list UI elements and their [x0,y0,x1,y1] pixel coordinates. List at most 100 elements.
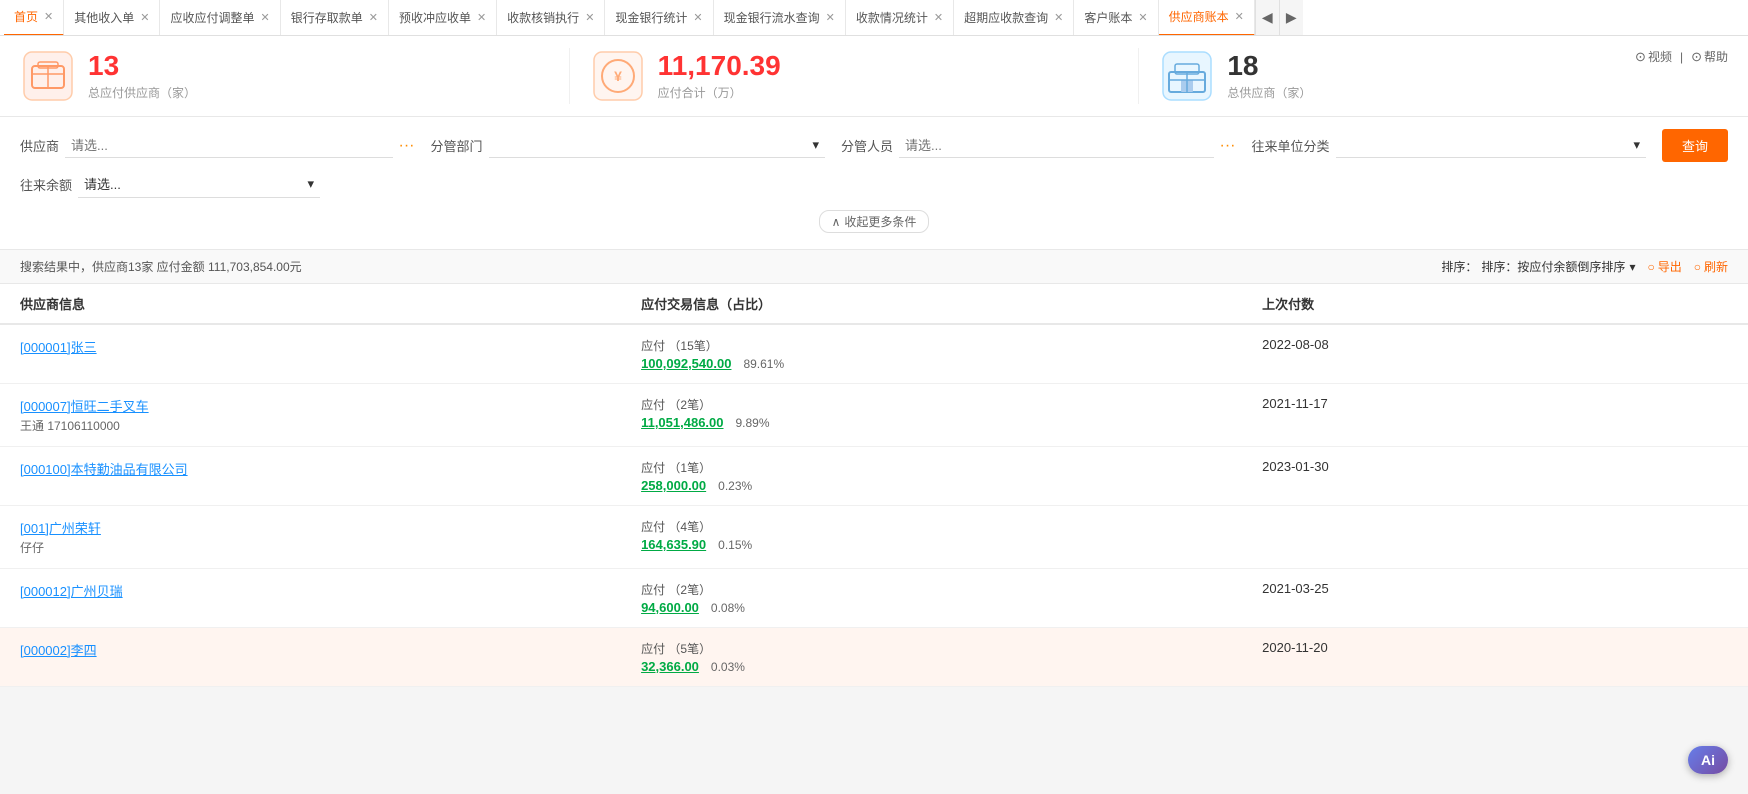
person-dots[interactable]: ··· [1220,137,1236,155]
person-label: 分管人员 [841,136,893,155]
nav-tab-receipt-stat-close[interactable]: ✕ [934,11,943,24]
nav-arrow-left[interactable]: ◀ [1255,0,1279,36]
tx-label: 应付 （5笔） [641,640,1262,657]
help-label: 帮助 [1704,48,1728,65]
last-payment-cell: 2023-01-30 [1262,459,1728,474]
ai-badge[interactable]: Ai [1688,746,1728,774]
sort-label: 排序： [1441,258,1477,275]
stat-ap-total-content: 11,170.39 应付合计（万） [658,51,781,101]
nav-tab-cash-bank-stat[interactable]: 现金银行统计 ✕ [605,0,713,36]
help-link[interactable]: ⊙ 帮助 [1691,48,1728,65]
query-button[interactable]: 查询 [1662,129,1728,162]
export-label: 导出 [1658,258,1682,275]
supplier-link[interactable]: [000001]张三 [20,340,97,355]
table-row: [000012]广州贝瑞 应付 （2笔） 94,600.00 0.08% 202… [0,569,1748,628]
balance-select[interactable]: 请选... ▾ [78,170,320,198]
dept-select[interactable]: ▾ [489,133,825,158]
stat-ap-suppliers-content: 13 总应付供应商（家） [88,51,196,101]
nav-tab-supplier-ledger-close[interactable]: ✕ [1235,10,1244,23]
table-header: 供应商信息 应付交易信息（占比） 上次付数 [0,284,1748,325]
tx-label: 应付 （15笔） [641,337,1262,354]
table-row: [000100]本特勤油品有限公司 应付 （1笔） 258,000.00 0.2… [0,447,1748,506]
tx-amount[interactable]: 258,000.00 [641,478,706,493]
refresh-button[interactable]: ○ 刷新 [1694,258,1728,275]
stat-total-suppliers-label: 总供应商（家） [1227,84,1311,101]
sort-chevron-down-icon: ▾ [1629,260,1635,274]
nav-tab-prepay-ar-close[interactable]: ✕ [477,11,486,24]
tx-pct: 89.61% [743,357,784,371]
tx-label: 应付 （2笔） [641,581,1262,598]
supplier-dots[interactable]: ··· [399,137,415,155]
nav-tab-bank-deposit[interactable]: 银行存取款单 ✕ [281,0,389,36]
nav-tab-home-close[interactable]: ✕ [44,10,53,23]
tx-row: 32,366.00 0.03% [641,659,1262,674]
video-link[interactable]: ⊙ 视频 [1635,48,1672,65]
sort-select[interactable]: 排序： 排序：按应付余额倒序排序 ▾ [1441,258,1635,275]
nav-tab-prepay-ar[interactable]: 预收冲应收单 ✕ [389,0,497,36]
nav-tab-cash-bank-flow-label: 现金银行流水查询 [724,9,820,26]
tx-amount[interactable]: 164,635.90 [641,537,706,552]
col-supplier-info: 供应商信息 [20,294,641,313]
collapse-button[interactable]: ∧ 收起更多条件 [819,210,930,233]
refresh-label: 刷新 [1704,258,1728,275]
nav-tab-supplier-ledger[interactable]: 供应商账本 ✕ [1159,0,1255,36]
dept-chevron-down-icon: ▾ [812,137,819,153]
nav-tab-receipt-stat-label: 收款情况统计 [856,9,928,26]
tx-info-cell: 应付 （2笔） 94,600.00 0.08% [641,581,1262,615]
supplier-link[interactable]: [000002]李四 [20,643,97,658]
supplier-sub: 王通 17106110000 [20,417,641,434]
nav-tab-bank-deposit-close[interactable]: ✕ [369,11,378,24]
last-payment-date: 2021-03-25 [1262,581,1329,596]
table-row: [000001]张三 应付 （15笔） 100,092,540.00 89.61… [0,325,1748,384]
nav-tab-cash-bank-stat-label: 现金银行统计 [615,9,687,26]
nav-tab-receipt-verify-close[interactable]: ✕ [585,11,594,24]
export-button[interactable]: ○ 导出 [1647,258,1681,275]
filter-category: 往来单位分类 ▾ [1252,133,1647,158]
ap-total-icon: ¥ [590,48,646,104]
nav-tab-home[interactable]: 首页 ✕ [4,0,64,36]
nav-tab-cash-bank-stat-close[interactable]: ✕ [693,11,702,24]
supplier-link[interactable]: [000012]广州贝瑞 [20,584,123,599]
nav-tab-other-income-close[interactable]: ✕ [140,11,149,24]
supplier-input[interactable] [65,134,393,158]
tx-amount[interactable]: 32,366.00 [641,659,699,674]
export-icon: ○ [1647,260,1654,274]
nav-tab-overdue-ar-label: 超期应收款查询 [964,9,1048,26]
top-right-links: ⊙ 视频 | ⊙ 帮助 [1635,48,1728,65]
video-label: 视频 [1648,48,1672,65]
nav-tab-ar-ap-adjust[interactable]: 应收应付调整单 ✕ [160,0,280,36]
refresh-icon: ○ [1694,260,1701,274]
tx-row: 164,635.90 0.15% [641,537,1262,552]
person-input[interactable] [899,134,1214,158]
stat-total-suppliers-number: 18 [1227,51,1311,82]
nav-tab-receipt-stat[interactable]: 收款情况统计 ✕ [846,0,954,36]
nav-tab-overdue-ar[interactable]: 超期应收款查询 ✕ [954,0,1074,36]
supplier-link[interactable]: [000100]本特勤油品有限公司 [20,462,188,477]
supplier-info-cell: [000012]广州贝瑞 [20,581,641,600]
result-summary: 搜索结果中，供应商13家 应付金额 111,703,854.00元 [20,258,302,275]
tx-amount[interactable]: 94,600.00 [641,600,699,615]
category-select[interactable]: ▾ [1336,133,1646,158]
nav-tab-home-label: 首页 [14,8,38,25]
nav-tab-receipt-verify[interactable]: 收款核销执行 ✕ [497,0,605,36]
nav-tab-ar-ap-adjust-close[interactable]: ✕ [260,11,269,24]
nav-tab-cash-bank-flow-close[interactable]: ✕ [826,11,835,24]
nav-tab-cash-bank-flow[interactable]: 现金银行流水查询 ✕ [714,0,846,36]
tx-pct: 0.15% [718,538,752,552]
supplier-link[interactable]: [000007]恒旺二手叉车 [20,399,149,414]
table-row: [001]广州荣轩 仔仔 应付 （4笔） 164,635.90 0.15% [0,506,1748,569]
tx-amount[interactable]: 11,051,486.00 [641,415,723,430]
tx-amount[interactable]: 100,092,540.00 [641,356,731,371]
supplier-info-cell: [000100]本特勤油品有限公司 [20,459,641,478]
nav-tab-other-income[interactable]: 其他收入单 ✕ [64,0,160,36]
top-navigation: 首页 ✕ 其他收入单 ✕ 应收应付调整单 ✕ 银行存取款单 ✕ 预收冲应收单 ✕… [0,0,1748,36]
last-payment-cell: 2021-03-25 [1262,581,1728,596]
nav-tab-customer-ledger-close[interactable]: ✕ [1138,11,1147,24]
tx-row: 94,600.00 0.08% [641,600,1262,615]
nav-tab-overdue-ar-close[interactable]: ✕ [1054,11,1063,24]
nav-tab-customer-ledger[interactable]: 客户账本 ✕ [1074,0,1158,36]
collapse-bar: ∧ 收起更多条件 [20,206,1728,241]
nav-tab-bank-deposit-label: 银行存取款单 [291,9,363,26]
supplier-link[interactable]: [001]广州荣轩 [20,521,101,536]
nav-arrow-right[interactable]: ▶ [1279,0,1303,36]
